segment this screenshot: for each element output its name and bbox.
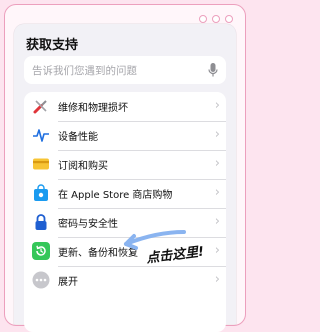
list-item-expand[interactable]: 展开 ›: [24, 266, 226, 295]
list-item-apple-store[interactable]: 在 Apple Store 商店购物 ›: [24, 179, 226, 208]
restore-icon: [32, 242, 50, 260]
frame-dots: [199, 15, 233, 23]
list-item-label: 维修和物理损坏: [58, 103, 128, 114]
list-item-label: 设备性能: [58, 132, 98, 143]
more-icon: [32, 271, 50, 289]
list-item-label: 在 Apple Store 商店购物: [58, 190, 173, 201]
support-sheet: 获取支持 告诉我们您遇到的问题 维修和物理损坏 › 设备性能 › 订阅和购买 ›…: [14, 24, 236, 332]
list-item-label: 密码与安全性: [58, 219, 118, 230]
chevron-right-icon: ›: [214, 243, 220, 258]
lock-icon: [35, 214, 47, 230]
credit-card-icon: [33, 158, 49, 170]
chevron-right-icon: ›: [214, 185, 220, 200]
chevron-right-icon: ›: [214, 127, 220, 142]
wrench-screwdriver-icon: [33, 100, 47, 114]
chevron-right-icon: ›: [214, 272, 220, 287]
list-item-subscriptions[interactable]: 订阅和购买 ›: [24, 150, 226, 179]
shopping-bag-icon: [34, 184, 48, 201]
pulse-icon: [33, 129, 49, 142]
list-item-performance[interactable]: 设备性能 ›: [24, 121, 226, 150]
search-placeholder: 告诉我们您遇到的问题: [32, 65, 137, 77]
list-item-label: 订阅和购买: [58, 161, 108, 172]
chevron-right-icon: ›: [214, 98, 220, 113]
search-input[interactable]: 告诉我们您遇到的问题: [24, 56, 226, 84]
page-title: 获取支持: [26, 38, 79, 53]
list-item-label: 展开: [58, 277, 78, 288]
support-topics-list: 维修和物理损坏 › 设备性能 › 订阅和购买 › 在 Apple Store 商…: [24, 92, 226, 332]
list-item-repair[interactable]: 维修和物理损坏 ›: [24, 92, 226, 121]
chevron-right-icon: ›: [214, 156, 220, 171]
chevron-right-icon: ›: [214, 214, 220, 229]
microphone-icon[interactable]: [208, 62, 218, 78]
